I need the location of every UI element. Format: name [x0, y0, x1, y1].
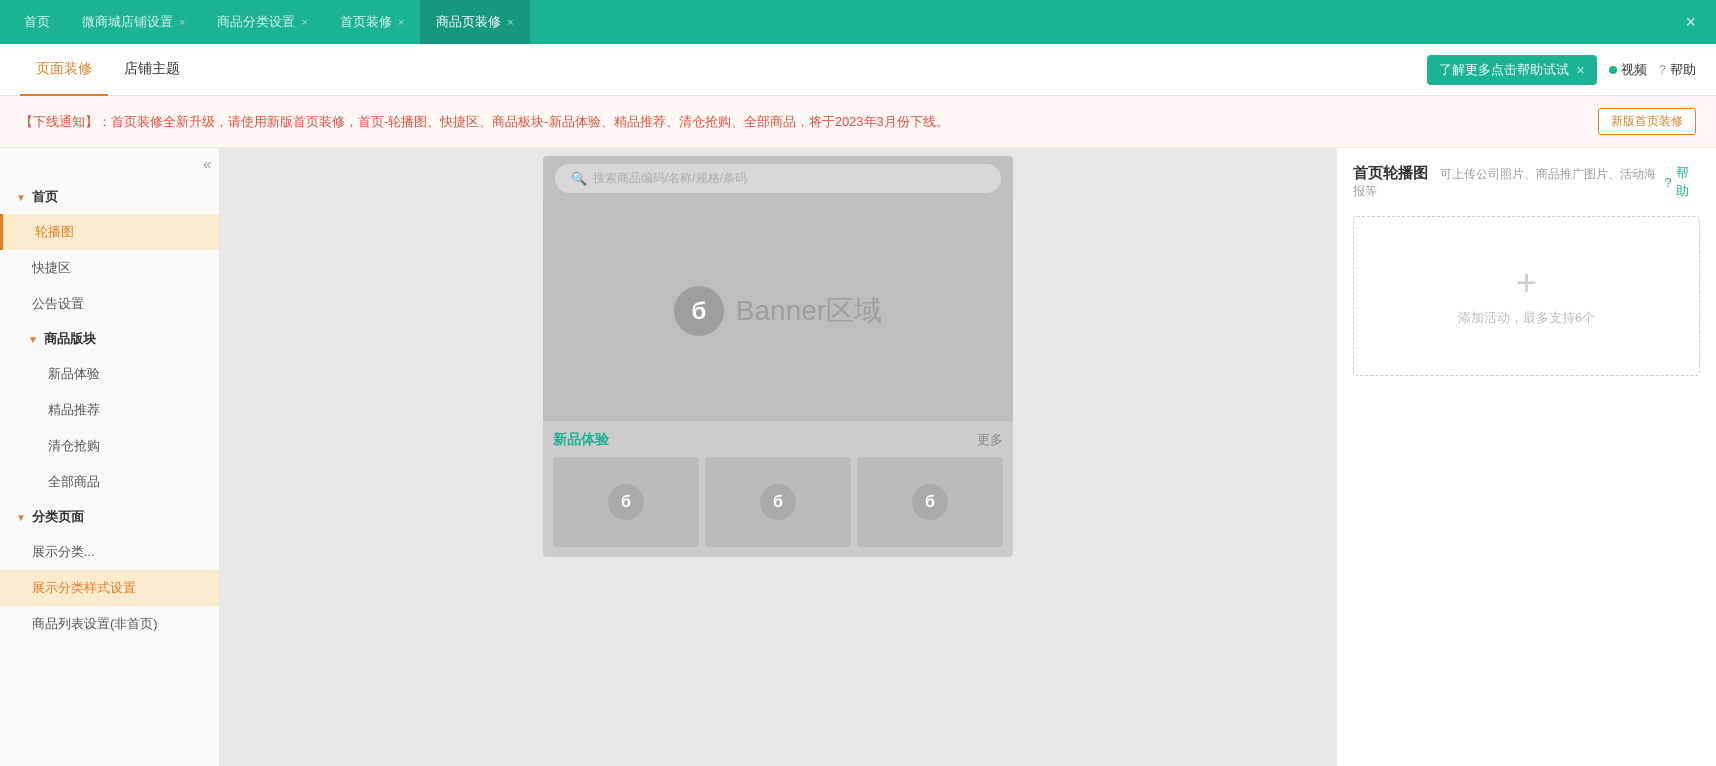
help-banner: 了解更多点击帮助试试 × — [1427, 55, 1597, 85]
product-item-2: б — [705, 457, 851, 547]
sidebar-item-product-list-settings[interactable]: 商品列表设置(非首页) — [0, 606, 219, 642]
tab-close-store-settings[interactable]: × — [179, 16, 185, 28]
preview-phone: 🔍 搜索商品编码/名称/规格/条码 б Banner区域 新品体验 更多 — [543, 156, 1013, 557]
help-question-icon: ? — [1664, 175, 1671, 190]
question-icon: ? — [1659, 62, 1666, 77]
sidebar: « ▼ 首页 轮播图 快捷区 公告设置 ▼ 商品版块 新品体验 精品推荐 清仓抢… — [0, 148, 220, 766]
tab-category-settings[interactable]: 商品分类设置 × — [201, 0, 323, 44]
help-link[interactable]: ? 帮助 — [1659, 61, 1696, 79]
new-homepage-decor-button[interactable]: 新版首页装修 — [1598, 108, 1696, 135]
product-item-1: б — [553, 457, 699, 547]
sidebar-group-category[interactable]: ▼ 分类页面 — [0, 500, 219, 534]
banner-text: Banner区域 — [736, 292, 882, 330]
sidebar-item-quality-recommend[interactable]: 精品推荐 — [0, 392, 219, 428]
product-item-3: б — [857, 457, 1003, 547]
product-section-header: 新品体验 更多 — [553, 431, 1003, 449]
tab-home[interactable]: 首页 — [8, 0, 66, 44]
tab-close-category-settings[interactable]: × — [301, 16, 307, 28]
search-icon: 🔍 — [571, 171, 587, 186]
tab-product-decor[interactable]: 商品页装修 × — [420, 0, 529, 44]
arrow-icon-product: ▼ — [28, 334, 38, 345]
add-banner-area[interactable]: + 添加活动，最多支持6个 — [1353, 216, 1700, 376]
sidebar-item-new-experience[interactable]: 新品体验 — [0, 356, 219, 392]
tab-close-product-decor[interactable]: × — [507, 16, 513, 28]
product-section-title: 新品体验 — [553, 431, 609, 449]
sidebar-item-shortcut[interactable]: 快捷区 — [0, 250, 219, 286]
product-icon-3: б — [912, 484, 948, 520]
sub-nav: 页面装修 店铺主题 了解更多点击帮助试试 × 视频 ? 帮助 — [0, 44, 1716, 96]
add-label: 添加活动，最多支持6个 — [1458, 309, 1595, 327]
tab-bar: 首页 微商城店铺设置 × 商品分类设置 × 首页装修 × 商品页装修 × × — [0, 0, 1716, 44]
preview-area: 🔍 搜索商品编码/名称/规格/条码 б Banner区域 新品体验 更多 — [220, 148, 1336, 766]
help-banner-text: 了解更多点击帮助试试 — [1439, 61, 1569, 79]
video-link[interactable]: 视频 — [1609, 61, 1647, 79]
help-banner-close[interactable]: × — [1577, 62, 1585, 78]
search-input-preview: 🔍 搜索商品编码/名称/规格/条码 — [555, 164, 1001, 193]
window-close-button[interactable]: × — [1673, 12, 1708, 33]
sidebar-item-notice-settings[interactable]: 公告设置 — [0, 286, 219, 322]
tab-store-theme[interactable]: 店铺主题 — [108, 44, 196, 96]
video-dot-icon — [1609, 66, 1617, 74]
sidebar-item-clearance[interactable]: 清仓抢购 — [0, 428, 219, 464]
arrow-icon: ▼ — [16, 192, 26, 203]
collapse-btn-area: « — [0, 148, 219, 180]
collapse-icon[interactable]: « — [203, 156, 211, 172]
product-section: 新品体验 更多 б б б — [543, 421, 1013, 557]
banner-logo: б Banner区域 — [674, 286, 882, 336]
banner-area: б Banner区域 — [543, 201, 1013, 421]
tab-homepage-decor[interactable]: 首页装修 × — [324, 0, 420, 44]
panel-header: 首页轮播图 可上传公司照片、商品推广图片、活动海报等 ? 帮助 — [1353, 164, 1700, 200]
sidebar-item-carousel[interactable]: 轮播图 — [0, 214, 219, 250]
panel-help-link[interactable]: ? 帮助 — [1664, 164, 1700, 200]
sidebar-item-all-products[interactable]: 全部商品 — [0, 464, 219, 500]
arrow-icon-category: ▼ — [16, 512, 26, 523]
sidebar-item-show-category[interactable]: 展示分类... — [0, 534, 219, 570]
sidebar-group-product-block[interactable]: ▼ 商品版块 — [0, 322, 219, 356]
sidebar-group-home[interactable]: ▼ 首页 — [0, 180, 219, 214]
main-layout: « ▼ 首页 轮播图 快捷区 公告设置 ▼ 商品版块 新品体验 精品推荐 清仓抢… — [0, 148, 1716, 766]
tab-store-settings[interactable]: 微商城店铺设置 × — [66, 0, 201, 44]
notice-text: 【下线通知】：首页装修全新升级，请使用新版首页装修，首页-轮播图、快捷区、商品板… — [20, 113, 1586, 131]
notice-bar: 【下线通知】：首页装修全新升级，请使用新版首页装修，首页-轮播图、快捷区、商品板… — [0, 96, 1716, 148]
product-more-link[interactable]: 更多 — [977, 431, 1003, 449]
sidebar-item-show-category-style[interactable]: 展示分类样式设置 — [0, 570, 219, 606]
product-icon-1: б — [608, 484, 644, 520]
tab-page-decor[interactable]: 页面装修 — [20, 44, 108, 96]
product-grid: б б б — [553, 457, 1003, 547]
search-placeholder: 搜索商品编码/名称/规格/条码 — [593, 170, 747, 187]
help-actions: 视频 ? 帮助 — [1609, 61, 1696, 79]
preview-search-bar: 🔍 搜索商品编码/名称/规格/条码 — [543, 156, 1013, 201]
add-plus-icon: + — [1516, 265, 1537, 301]
right-panel: 首页轮播图 可上传公司照片、商品推广图片、活动海报等 ? 帮助 + 添加活动，最… — [1336, 148, 1716, 766]
product-icon-2: б — [760, 484, 796, 520]
panel-title-area: 首页轮播图 可上传公司照片、商品推广图片、活动海报等 — [1353, 164, 1664, 200]
panel-title: 首页轮播图 — [1353, 164, 1428, 181]
banner-b-icon: б — [674, 286, 724, 336]
tab-close-homepage-decor[interactable]: × — [398, 16, 404, 28]
